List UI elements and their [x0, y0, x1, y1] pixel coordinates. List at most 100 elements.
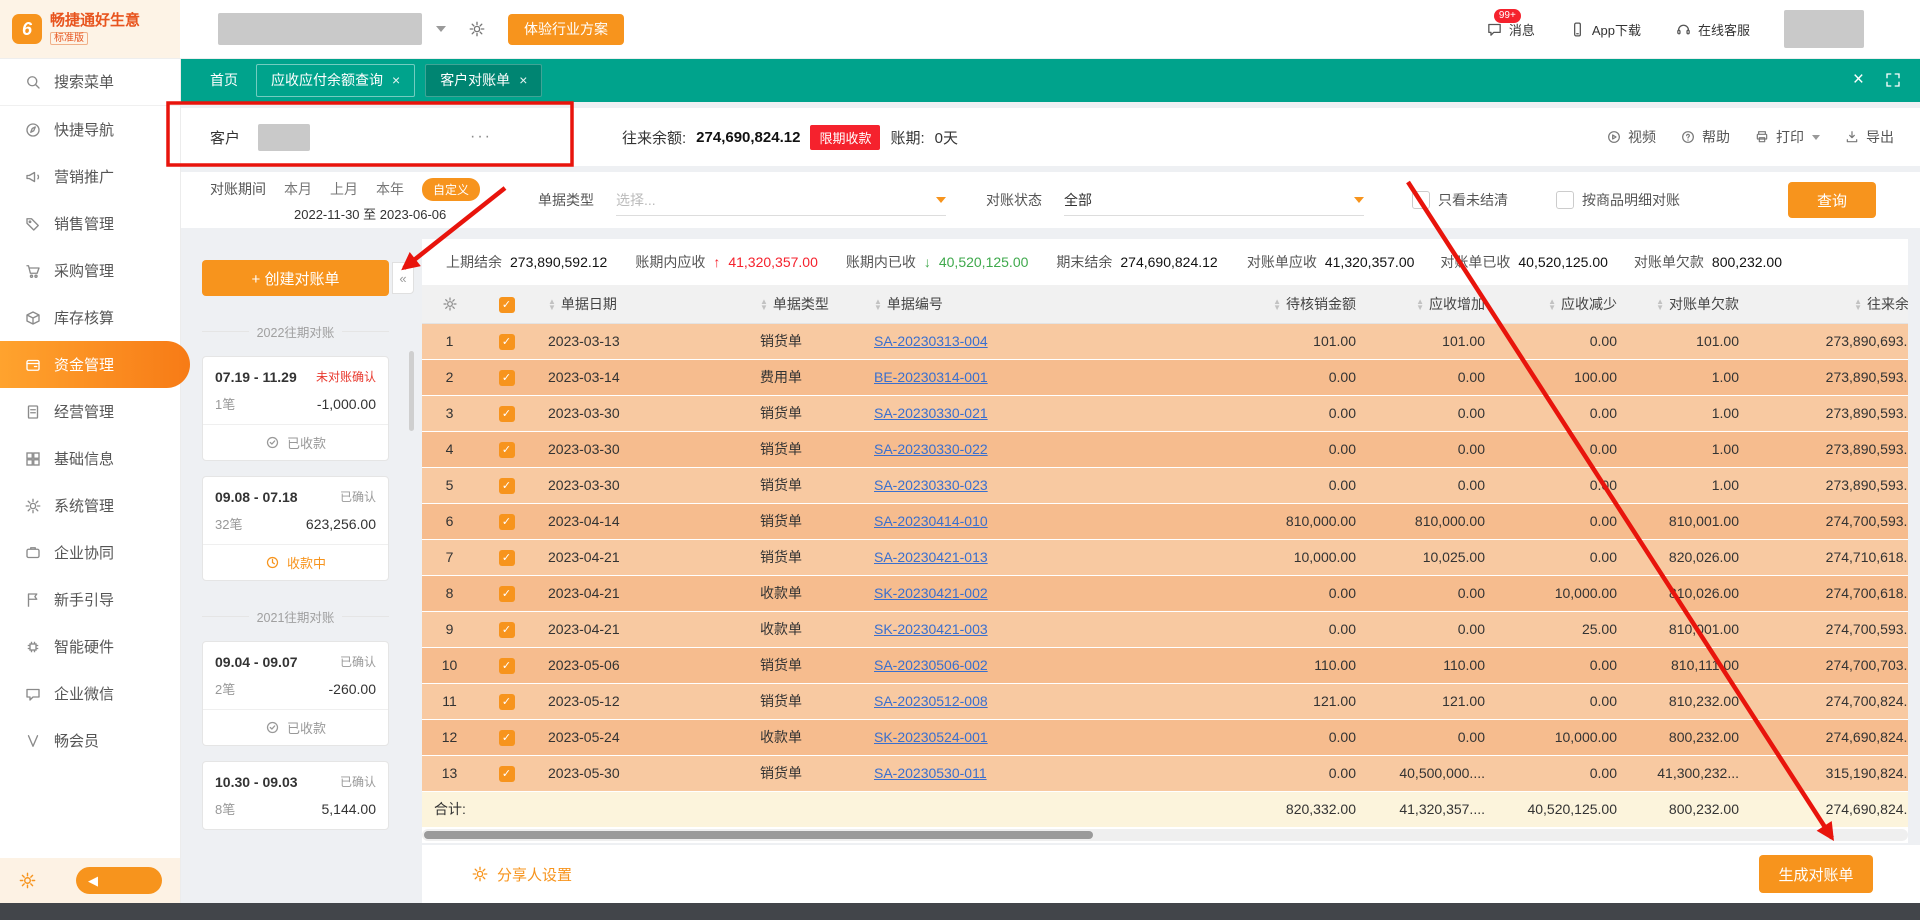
header-pending-amount[interactable]: 待核销金额	[1286, 296, 1356, 312]
table-row[interactable]: 13 2023-05-30销货单 SA-20230530-011 0.0040,500…	[422, 755, 1908, 792]
sort-icon[interactable]: ▲ ▼	[548, 298, 556, 312]
scrollbar-thumb[interactable]	[424, 831, 1093, 839]
period-this-year[interactable]: 本年	[376, 179, 404, 199]
settings-gear-icon[interactable]	[18, 871, 37, 890]
checkbox-icon[interactable]	[1556, 191, 1575, 209]
by-product-detail-checkbox[interactable]: 按商品明细对账	[1556, 190, 1680, 210]
print-link[interactable]: 打印	[1754, 127, 1820, 147]
close-all-icon[interactable]: ×	[1853, 69, 1864, 91]
sidebar-item-quick-nav[interactable]: 快捷导航	[0, 106, 180, 153]
sidebar-collapse-button[interactable]: ◀	[76, 867, 162, 894]
sidebar-item-member[interactable]: 畅会员	[0, 717, 180, 764]
header-receivable-decrease[interactable]: 应收减少	[1561, 296, 1617, 312]
doc-number-link[interactable]: SA-20230512-008	[874, 693, 988, 709]
generate-statement-button[interactable]: 生成对账单	[1759, 855, 1873, 893]
doc-number-link[interactable]: SK-20230524-001	[874, 729, 988, 745]
sidebar-item-smart-hardware[interactable]: 智能硬件	[0, 623, 180, 670]
doc-number-link[interactable]: SA-20230414-010	[874, 513, 988, 529]
fullscreen-icon[interactable]	[1884, 71, 1902, 89]
table-row[interactable]: 22023-03-14费用单BE-20230314-0010.000.00100…	[422, 359, 1908, 396]
doc-number-link[interactable]: BE-20230314-001	[874, 369, 988, 385]
doc-type-select[interactable]: 选择...	[616, 185, 947, 216]
create-statement-button[interactable]: + 创建对账单	[202, 260, 389, 296]
sort-icon[interactable]: ▲ ▼	[874, 298, 882, 312]
statement-card[interactable]: 07.19 - 11.29 未对账确认 1笔 -1,000.00 已收款	[202, 356, 389, 461]
statement-card[interactable]: 09.04 - 09.07 已确认 2笔 -260.00 已收款	[202, 641, 389, 746]
row-checkbox[interactable]	[498, 586, 515, 603]
sidebar-item-inventory[interactable]: 库存核算	[0, 294, 180, 341]
header-receivable-increase[interactable]: 应收增加	[1429, 296, 1485, 312]
column-settings-gear-icon[interactable]	[442, 296, 458, 312]
panel-collapse-handle[interactable]: «	[392, 262, 414, 294]
doc-number-link[interactable]: SK-20230421-003	[874, 621, 988, 637]
header-running-balance[interactable]: 往来余额	[1867, 296, 1908, 312]
sidebar-item-search-menu[interactable]: 搜索菜单	[0, 58, 180, 106]
row-checkbox[interactable]	[498, 478, 515, 495]
row-checkbox[interactable]	[498, 550, 515, 567]
sidebar-item-marketing[interactable]: 营销推广	[0, 153, 180, 200]
doc-number-link[interactable]: SA-20230506-002	[874, 657, 988, 673]
table-row[interactable]: 82023-04-21收款单SK-20230421-0020.000.0010,…	[422, 575, 1908, 612]
sidebar-item-collaboration[interactable]: 企业协同	[0, 529, 180, 576]
sidebar-item-funds[interactable]: 资金管理	[0, 341, 190, 388]
statement-card[interactable]: 10.30 - 09.03 已确认 8笔 5,144.00	[202, 761, 389, 830]
help-link[interactable]: 帮助	[1680, 127, 1730, 147]
table-row[interactable]: 11 2023-05-12销货单 SA-20230512-008 121.00121.…	[422, 683, 1908, 720]
trial-industry-plan-button[interactable]: 体验行业方案	[508, 13, 624, 45]
table-row[interactable]: 62023-04-14销货单SA-20230414-010810,000.008…	[422, 503, 1908, 540]
sidebar-item-beginner-guide[interactable]: 新手引导	[0, 576, 180, 623]
row-checkbox[interactable]	[498, 766, 515, 783]
tab-home[interactable]: 首页	[202, 65, 246, 96]
close-icon[interactable]: ×	[392, 72, 400, 88]
doc-number-link[interactable]: SA-20230530-011	[874, 765, 987, 781]
period-last-month[interactable]: 上月	[330, 179, 358, 199]
sidebar-item-system[interactable]: 系统管理	[0, 482, 180, 529]
export-link[interactable]: 导出	[1844, 127, 1894, 147]
sort-icon[interactable]: ▲ ▼	[1656, 298, 1664, 312]
table-row[interactable]: 42023-03-30销货单SA-20230330-0220.000.000.0…	[422, 431, 1908, 468]
header-doc-date[interactable]: 单据日期	[561, 296, 617, 312]
row-checkbox[interactable]	[498, 658, 515, 675]
doc-number-link[interactable]: SA-20230330-022	[874, 441, 988, 457]
sort-icon[interactable]: ▲ ▼	[1548, 298, 1556, 312]
redacted-company-selector[interactable]	[218, 13, 422, 45]
more-options-button[interactable]: ···	[470, 128, 492, 146]
sidebar-item-purchase[interactable]: 采购管理	[0, 247, 180, 294]
tab-balance-query[interactable]: 应收应付余额查询 ×	[256, 63, 416, 97]
video-link[interactable]: 视频	[1606, 127, 1656, 147]
row-checkbox[interactable]	[498, 622, 515, 639]
table-row[interactable]: 92023-04-21收款单SK-20230421-0030.000.0025.…	[422, 611, 1908, 648]
row-checkbox[interactable]	[498, 514, 515, 531]
date-range-value[interactable]: 2022-11-30 至 2023-06-06	[294, 204, 480, 223]
share-settings-link[interactable]: 分享人设置	[471, 864, 572, 885]
redacted-user-area[interactable]	[1784, 10, 1864, 48]
doc-number-link[interactable]: SA-20230330-023	[874, 477, 988, 493]
table-row[interactable]: 7 2023-04-21销货单 SA-20230421-013 10,000.0010…	[422, 539, 1908, 576]
panel-scrollbar-thumb[interactable]	[409, 351, 414, 431]
row-checkbox[interactable]	[498, 694, 515, 711]
table-row[interactable]: 52023-03-30销货单SA-20230330-0230.000.000.0…	[422, 467, 1908, 504]
row-checkbox[interactable]	[498, 442, 515, 459]
messages-button[interactable]: 99+ 消息	[1486, 8, 1535, 39]
row-checkbox[interactable]	[498, 730, 515, 747]
sort-icon[interactable]: ▲ ▼	[1273, 298, 1281, 312]
checkbox-icon[interactable]	[1412, 191, 1431, 209]
redacted-customer-name[interactable]	[258, 123, 311, 151]
table-row[interactable]: 122023-05-24收款单SK-20230524-0010.000.0010…	[422, 719, 1908, 756]
sidebar-item-wechat[interactable]: 企业微信	[0, 670, 180, 717]
row-checkbox[interactable]	[498, 406, 515, 423]
sort-icon[interactable]: ▲ ▼	[760, 298, 768, 312]
sidebar-item-operations[interactable]: 经营管理	[0, 388, 180, 435]
row-checkbox[interactable]	[498, 334, 515, 351]
sidebar-item-base-info[interactable]: 基础信息	[0, 435, 180, 482]
only-unsettled-checkbox[interactable]: 只看未结清	[1412, 190, 1508, 210]
header-statement-owed[interactable]: 对账单欠款	[1669, 296, 1739, 312]
period-this-month[interactable]: 本月	[284, 179, 312, 199]
doc-number-link[interactable]: SK-20230421-002	[874, 585, 988, 601]
horizontal-scrollbar[interactable]	[422, 829, 1908, 841]
gear-icon[interactable]	[468, 20, 486, 38]
chevron-down-icon[interactable]	[436, 26, 446, 32]
table-row[interactable]: 10 2023-05-06销货单 SA-20230506-002 110.00110.…	[422, 647, 1908, 684]
doc-number-link[interactable]: SA-20230330-021	[874, 405, 988, 421]
sort-icon[interactable]: ▲ ▼	[1416, 298, 1424, 312]
